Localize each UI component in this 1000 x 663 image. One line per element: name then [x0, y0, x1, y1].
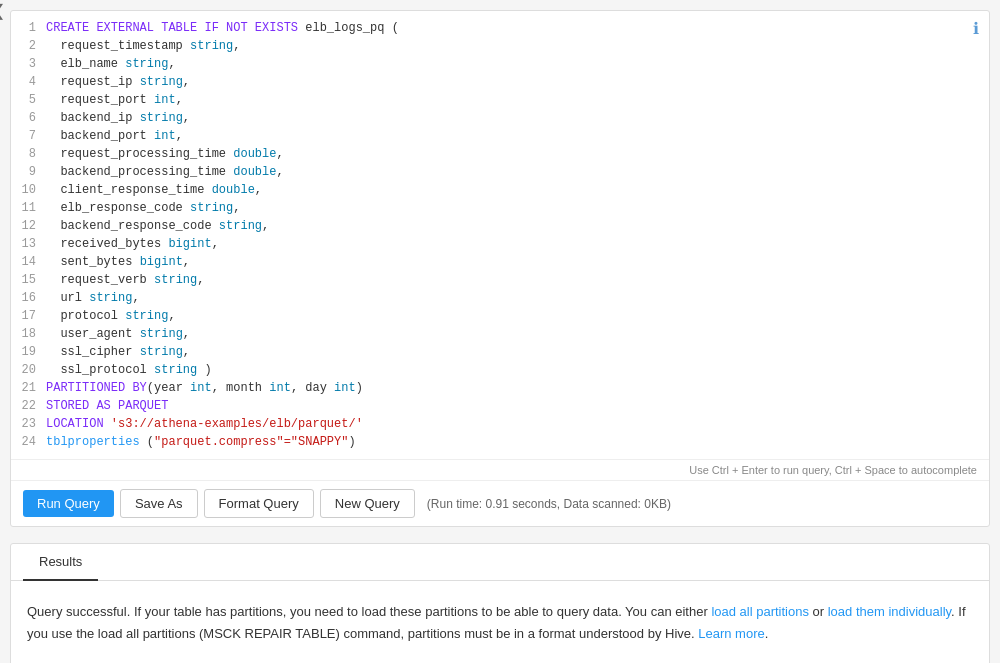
code-content: user_agent string,: [46, 325, 989, 343]
table-row: 4 request_ip string,: [11, 73, 989, 91]
new-query-button[interactable]: New Query: [320, 489, 415, 518]
line-number: 22: [11, 397, 46, 415]
table-row: 15 request_verb string,: [11, 271, 989, 289]
code-content: ssl_protocol string ): [46, 361, 989, 379]
code-content: received_bytes bigint,: [46, 235, 989, 253]
line-number: 23: [11, 415, 46, 433]
code-content: request_processing_time double,: [46, 145, 989, 163]
code-content: request_verb string,: [46, 271, 989, 289]
keyboard-hint: Use Ctrl + Enter to run query, Ctrl + Sp…: [11, 459, 989, 480]
run-query-button[interactable]: Run Query: [23, 490, 114, 517]
back-arrow-icon[interactable]: ❮: [0, 1, 5, 20]
line-number: 1: [11, 19, 46, 37]
table-row: 5 request_port int,: [11, 91, 989, 109]
load-individually-link[interactable]: load them individually: [828, 604, 951, 619]
table-row: 22STORED AS PARQUET: [11, 397, 989, 415]
line-number: 20: [11, 361, 46, 379]
code-content: LOCATION 's3://athena-examples/elb/parqu…: [46, 415, 989, 433]
line-number: 8: [11, 145, 46, 163]
code-content: request_ip string,: [46, 73, 989, 91]
table-row: 1CREATE EXTERNAL TABLE IF NOT EXISTS elb…: [11, 19, 989, 37]
line-number: 12: [11, 217, 46, 235]
table-row: 12 backend_response_code string,: [11, 217, 989, 235]
save-as-button[interactable]: Save As: [120, 489, 198, 518]
line-number: 11: [11, 199, 46, 217]
table-row: 16 url string,: [11, 289, 989, 307]
table-row: 6 backend_ip string,: [11, 109, 989, 127]
line-number: 24: [11, 433, 46, 451]
success-message: Query successful. If your table has part…: [27, 601, 973, 645]
line-number: 13: [11, 235, 46, 253]
run-info: (Run time: 0.91 seconds, Data scanned: 0…: [427, 497, 671, 511]
line-number: 17: [11, 307, 46, 325]
code-content: request_timestamp string,: [46, 37, 989, 55]
table-row: 24tblproperties ("parquet.compress"="SNA…: [11, 433, 989, 451]
code-content: protocol string,: [46, 307, 989, 325]
load-all-partitions-link[interactable]: load all partitions: [711, 604, 809, 619]
code-content: CREATE EXTERNAL TABLE IF NOT EXISTS elb_…: [46, 19, 989, 37]
table-row: 14 sent_bytes bigint,: [11, 253, 989, 271]
table-row: 23LOCATION 's3://athena-examples/elb/par…: [11, 415, 989, 433]
table-row: 20 ssl_protocol string ): [11, 361, 989, 379]
line-number: 2: [11, 37, 46, 55]
line-number: 21: [11, 379, 46, 397]
line-number: 18: [11, 325, 46, 343]
code-content: url string,: [46, 289, 989, 307]
line-number: 15: [11, 271, 46, 289]
table-row: 19 ssl_cipher string,: [11, 343, 989, 361]
code-content: backend_response_code string,: [46, 217, 989, 235]
code-editor[interactable]: 1CREATE EXTERNAL TABLE IF NOT EXISTS elb…: [11, 11, 989, 459]
results-tabs: Results: [11, 544, 989, 581]
code-content: backend_processing_time double,: [46, 163, 989, 181]
code-content: backend_port int,: [46, 127, 989, 145]
format-query-button[interactable]: Format Query: [204, 489, 314, 518]
line-number: 3: [11, 55, 46, 73]
query-toolbar: Run Query Save As Format Query New Query…: [11, 480, 989, 526]
line-number: 6: [11, 109, 46, 127]
code-content: elb_name string,: [46, 55, 989, 73]
code-content: client_response_time double,: [46, 181, 989, 199]
code-content: tblproperties ("parquet.compress"="SNAPP…: [46, 433, 989, 451]
line-number: 16: [11, 289, 46, 307]
results-panel: Results Query successful. If your table …: [10, 543, 990, 663]
line-number: 9: [11, 163, 46, 181]
code-content: sent_bytes bigint,: [46, 253, 989, 271]
code-content: ssl_cipher string,: [46, 343, 989, 361]
line-number: 19: [11, 343, 46, 361]
info-icon[interactable]: ℹ: [973, 19, 979, 38]
table-row: 10 client_response_time double,: [11, 181, 989, 199]
query-panel: ℹ 1CREATE EXTERNAL TABLE IF NOT EXISTS e…: [10, 10, 990, 527]
learn-more-link[interactable]: Learn more: [698, 626, 764, 641]
table-row: 8 request_processing_time double,: [11, 145, 989, 163]
main-container: ❮ ℹ 1CREATE EXTERNAL TABLE IF NOT EXISTS…: [0, 0, 1000, 663]
line-number: 4: [11, 73, 46, 91]
table-row: 21PARTITIONED BY(year int, month int, da…: [11, 379, 989, 397]
table-row: 2 request_timestamp string,: [11, 37, 989, 55]
code-content: backend_ip string,: [46, 109, 989, 127]
tab-results[interactable]: Results: [23, 544, 98, 581]
table-row: 9 backend_processing_time double,: [11, 163, 989, 181]
line-number: 14: [11, 253, 46, 271]
code-content: request_port int,: [46, 91, 989, 109]
table-row: 7 backend_port int,: [11, 127, 989, 145]
line-number: 10: [11, 181, 46, 199]
table-row: 18 user_agent string,: [11, 325, 989, 343]
line-number: 5: [11, 91, 46, 109]
table-row: 17 protocol string,: [11, 307, 989, 325]
code-content: PARTITIONED BY(year int, month int, day …: [46, 379, 989, 397]
code-table: 1CREATE EXTERNAL TABLE IF NOT EXISTS elb…: [11, 19, 989, 451]
table-row: 11 elb_response_code string,: [11, 199, 989, 217]
code-content: elb_response_code string,: [46, 199, 989, 217]
table-row: 3 elb_name string,: [11, 55, 989, 73]
table-row: 13 received_bytes bigint,: [11, 235, 989, 253]
line-number: 7: [11, 127, 46, 145]
results-content: Query successful. If your table has part…: [11, 581, 989, 663]
code-content: STORED AS PARQUET: [46, 397, 989, 415]
